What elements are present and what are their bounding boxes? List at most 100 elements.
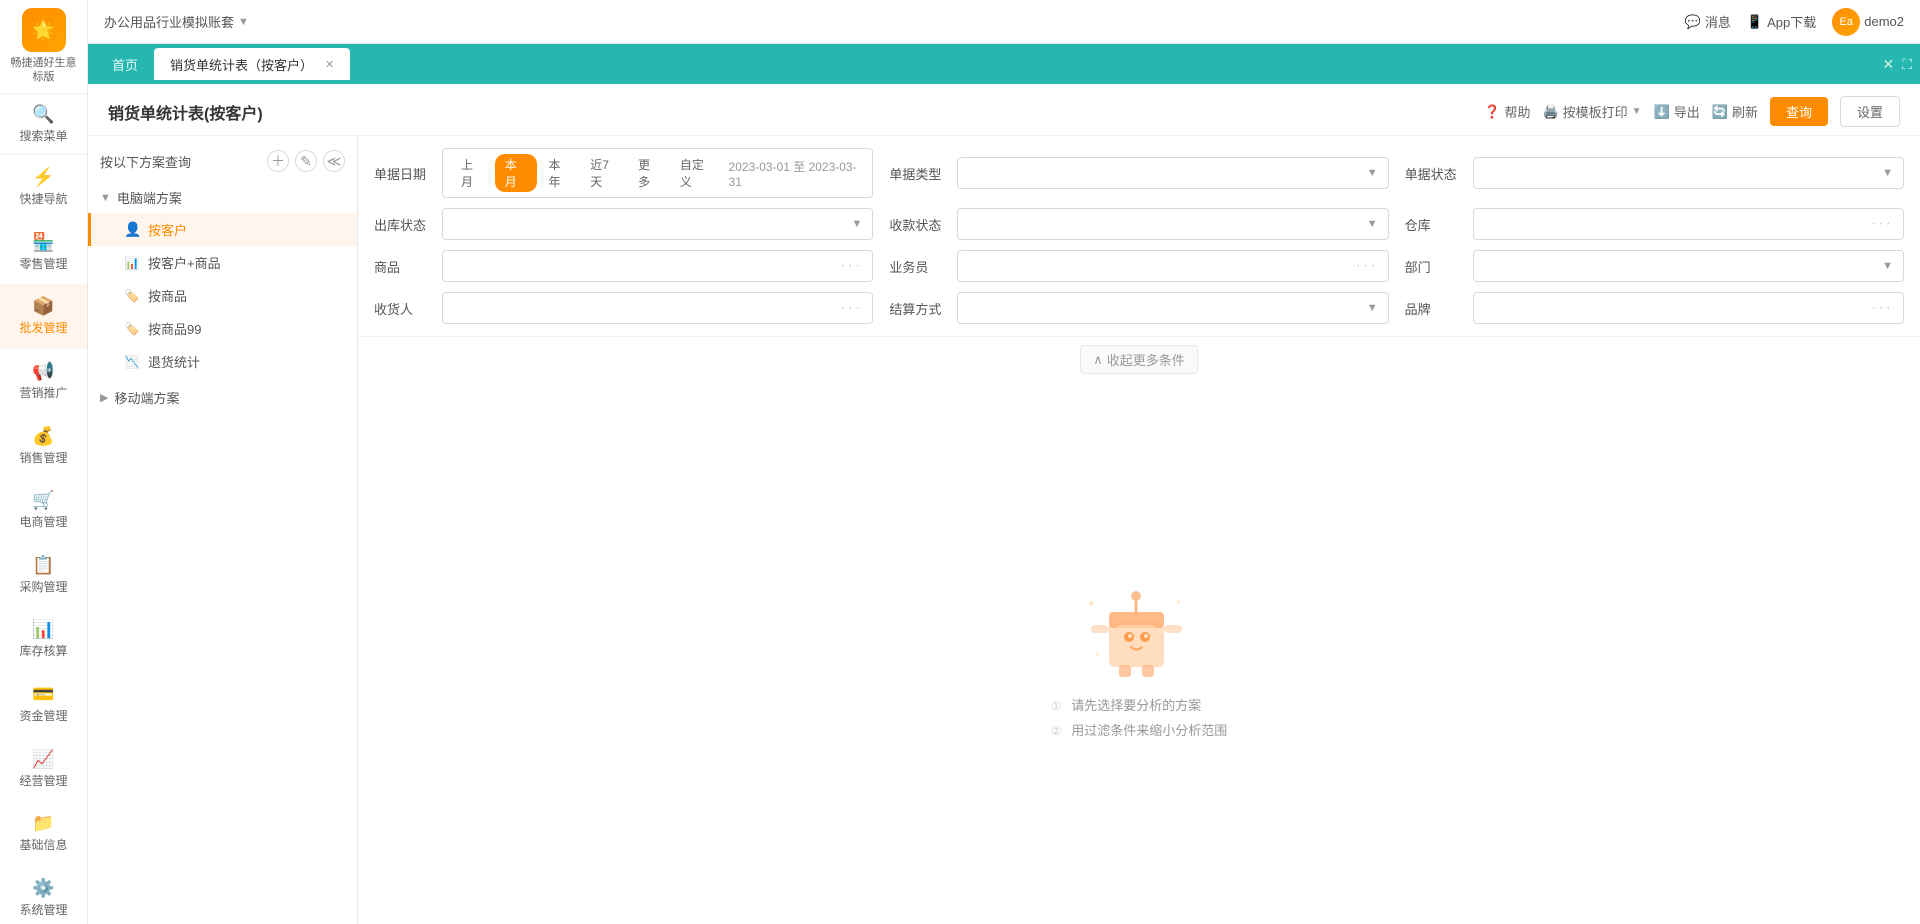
sidebar-item-inventory[interactable]: 📊 库存核算 (0, 607, 87, 672)
user-menu[interactable]: Ea demo2 (1832, 8, 1904, 36)
salesperson-more-icon[interactable]: ··· (1356, 257, 1378, 275)
date-tab-custom[interactable]: 自定义 (672, 154, 721, 192)
sales-icon: 💰 (32, 426, 54, 447)
svg-text:✦: ✦ (1094, 650, 1101, 659)
app-download-button[interactable]: 📱 App下载 (1747, 12, 1816, 31)
collapse-more-button[interactable]: ∧ 收起更多条件 (1080, 345, 1198, 374)
tab-controls: ✕ ⛶ (1882, 56, 1912, 73)
sidebar-item-operation[interactable]: 📈 经营管理 (0, 737, 87, 802)
tabbar: 首页 销货单统计表（按客户） ✕ ✕ ⛶ (88, 44, 1920, 84)
svg-text:✦: ✦ (1087, 599, 1095, 610)
help-button[interactable]: ❓ 帮助 (1484, 102, 1530, 121)
out-status-chevron-icon: ▼ (851, 218, 862, 230)
sidebar-item-sales[interactable]: 💰 销售管理 (0, 414, 87, 479)
filter-doc-type: 单据类型 ▼ (889, 157, 1388, 189)
warehouse-more-icon[interactable]: ··· (1871, 215, 1893, 233)
message-button[interactable]: 💬 消息 (1685, 12, 1731, 31)
filter-warehouse: 仓库 ··· (1405, 208, 1904, 240)
settlement-control[interactable]: ▼ (957, 292, 1388, 324)
sidebar-item-wholesale[interactable]: 📦 批发管理 (0, 284, 87, 349)
app-logo[interactable]: 🌟 畅捷通好生意标版 (0, 0, 87, 94)
tab-home[interactable]: 首页 (96, 48, 154, 80)
filter-date: 单据日期 上月 本月 本年 近7天 更多 自定义 20 (374, 148, 873, 198)
sidebar-item-finance[interactable]: 💳 资金管理 (0, 672, 87, 737)
add-scheme-button[interactable]: ＋ (267, 150, 289, 172)
scheme-by-customer[interactable]: 👤 按客户 (88, 213, 357, 246)
doc-status-control[interactable]: ▼ (1473, 157, 1904, 189)
industry-label: 办公用品行业模拟账套 (104, 12, 234, 31)
date-tab-more[interactable]: 更多 (630, 154, 668, 192)
empty-illustration: ✦ ✦ ✦ (1079, 567, 1199, 687)
sidebar-item-marketing[interactable]: 📢 营销推广 (0, 349, 87, 414)
filter-receipt-status: 收款状态 ▼ (889, 208, 1388, 240)
doc-status-label: 单据状态 (1405, 164, 1465, 183)
date-tabs: 上月 本月 本年 近7天 更多 自定义 (453, 154, 721, 192)
industry-selector[interactable]: 办公用品行业模拟账套 ▼ (104, 12, 249, 31)
basic-icon: 📁 (32, 813, 54, 834)
goods-control[interactable]: ··· (442, 250, 873, 282)
edit-scheme-button[interactable]: ✎ (295, 150, 317, 172)
goods-more-icon[interactable]: ··· (840, 257, 862, 275)
doc-type-label: 单据类型 (889, 164, 949, 183)
template-print-button[interactable]: 🖨️ 按模板打印 ▼ (1542, 102, 1641, 121)
tab-close-icon[interactable]: ✕ (325, 58, 334, 71)
sidebar-item-retail[interactable]: 🏪 零售管理 (0, 220, 87, 285)
receipt-status-control[interactable]: ▼ (957, 208, 1388, 240)
tab-sales-stat[interactable]: 销货单统计表（按客户） ✕ (154, 48, 350, 80)
refresh-icon: 🔄 (1712, 104, 1728, 120)
retail-icon: 🏪 (32, 232, 54, 253)
refresh-button[interactable]: 🔄 刷新 (1712, 102, 1758, 121)
sidebar-item-system[interactable]: ⚙️ 系统管理 (0, 866, 87, 924)
tab-close-window-icon[interactable]: ✕ (1882, 56, 1894, 73)
export-button[interactable]: ⬇️ 导出 (1654, 102, 1700, 121)
sidebar-item-ecommerce[interactable]: 🛒 电商管理 (0, 478, 87, 543)
date-tab-this-month[interactable]: 本月 (495, 154, 537, 192)
sidebar-item-search[interactable]: 🔍 搜索菜单 (0, 94, 87, 156)
desktop-scheme-header[interactable]: ▼ 电脑端方案 (88, 182, 357, 213)
date-control[interactable]: 上月 本月 本年 近7天 更多 自定义 2023-03-01 至 2023-03… (442, 148, 873, 198)
department-chevron-icon: ▼ (1882, 260, 1893, 272)
doc-type-control[interactable]: ▼ (957, 157, 1388, 189)
salesperson-control[interactable]: ··· (957, 250, 1388, 282)
department-control[interactable]: ▼ (1473, 250, 1904, 282)
logo-text: 畅捷通好生意标版 (11, 56, 77, 85)
sidebar-item-quicknav[interactable]: ⚡ 快捷导航 (0, 155, 87, 220)
sidebar-item-basic[interactable]: 📁 基础信息 (0, 801, 87, 866)
query-button[interactable]: 查询 (1770, 97, 1828, 126)
date-tab-last-7-days[interactable]: 近7天 (582, 154, 626, 192)
scheme-by-goods-99[interactable]: 🏷️ 按商品99 (88, 312, 357, 345)
recipient-more-icon[interactable]: ··· (840, 299, 862, 317)
mobile-scheme-header[interactable]: ▶ 移动端方案 (88, 382, 357, 413)
brand-more-icon[interactable]: ··· (1871, 299, 1893, 317)
left-panel: 按以下方案查询 ＋ ✎ ≪ ▼ 电脑端方案 👤 按客户 (88, 136, 358, 924)
recipient-control[interactable]: ··· (442, 292, 873, 324)
desktop-scheme-section: ▼ 电脑端方案 👤 按客户 📊 按客户+商品 🏷️ 按商品 (88, 182, 357, 378)
logo-icon: 🌟 (22, 8, 66, 52)
template-print-label: 按模板打印 (1563, 102, 1628, 121)
scheme-by-goods[interactable]: 🏷️ 按商品 (88, 279, 357, 312)
out-status-control[interactable]: ▼ (442, 208, 873, 240)
scheme-return-stat[interactable]: 📉 退货统计 (88, 345, 357, 378)
finance-icon: 💳 (32, 684, 54, 705)
date-tab-last-month[interactable]: 上月 (453, 154, 491, 192)
warehouse-control[interactable]: ··· (1473, 208, 1904, 240)
page-header: 销货单统计表(按客户) ❓ 帮助 🖨️ 按模板打印 ▼ ⬇️ 导出 🔄 刷新 (88, 84, 1920, 136)
by-customer-label: 按客户 (148, 220, 187, 239)
sidebar-item-purchase[interactable]: 📋 采购管理 (0, 543, 87, 608)
sidebar-menu: 🔍 搜索菜单 ⚡ 快捷导航 🏪 零售管理 📦 批发管理 📢 营销推广 💰 销售管… (0, 94, 87, 924)
settings-button[interactable]: 设置 (1840, 96, 1900, 127)
sidebar-item-marketing-label: 营销推广 (19, 386, 67, 402)
brand-control[interactable]: ··· (1473, 292, 1904, 324)
filter-brand: 品牌 ··· (1405, 292, 1904, 324)
sidebar: 🌟 畅捷通好生意标版 🔍 搜索菜单 ⚡ 快捷导航 🏪 零售管理 📦 批发管理 📢… (0, 0, 88, 924)
date-tab-this-year[interactable]: 本年 (541, 154, 579, 192)
message-label: 消息 (1705, 12, 1731, 31)
sidebar-item-inventory-label: 库存核算 (19, 644, 67, 660)
collapse-panel-button[interactable]: ≪ (323, 150, 345, 172)
sidebar-item-retail-label: 零售管理 (19, 257, 67, 273)
refresh-label: 刷新 (1732, 102, 1758, 121)
mobile-expand-icon: ▶ (100, 391, 108, 404)
scheme-by-customer-goods[interactable]: 📊 按客户+商品 (88, 246, 357, 279)
tab-maximize-icon[interactable]: ⛶ (1902, 56, 1912, 73)
system-icon: ⚙️ (32, 878, 54, 899)
